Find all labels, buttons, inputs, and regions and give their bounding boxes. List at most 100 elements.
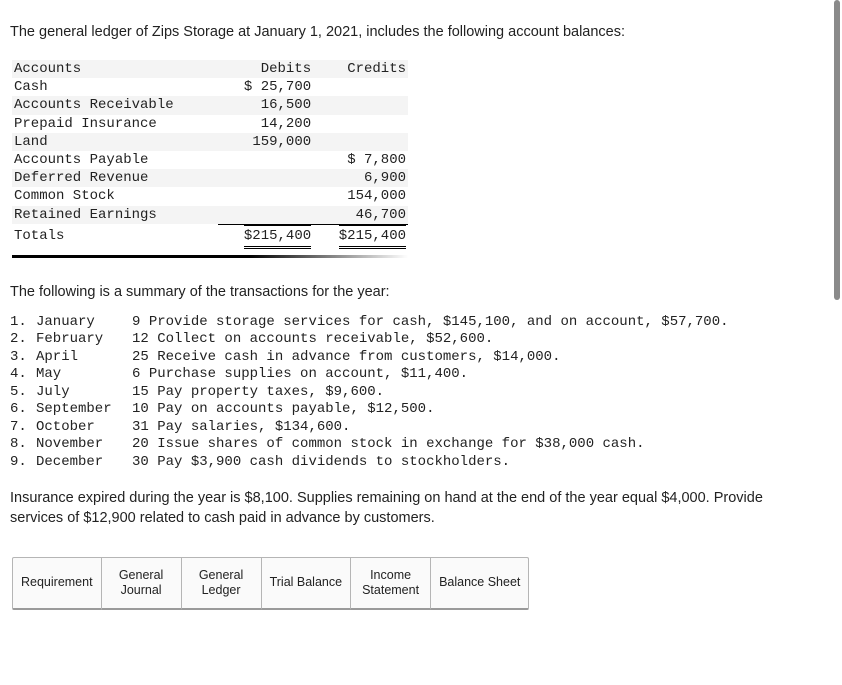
credit-value — [313, 133, 408, 151]
debit-value: 16,500 — [218, 96, 313, 114]
tab-requirement[interactable]: Requirement — [12, 557, 102, 610]
item-date: April — [36, 349, 132, 367]
credit-value: 6,900 — [313, 169, 408, 187]
item-date: November — [36, 436, 132, 454]
debit-value: 14,200 — [218, 115, 313, 133]
item-num: 5. — [10, 384, 36, 402]
list-item: 5.July15 Pay property taxes, $9,600. — [10, 384, 800, 402]
transactions-list: 1.January9 Provide storage services for … — [10, 314, 800, 472]
totals-label: Totals — [12, 224, 218, 249]
item-text: 31 Pay salaries, $134,600. — [132, 419, 800, 437]
item-num: 3. — [10, 349, 36, 367]
tab-income-statement[interactable]: IncomeStatement — [351, 557, 431, 610]
item-text: 6 Purchase supplies on account, $11,400. — [132, 366, 800, 384]
list-item: 9.December30 Pay $3,900 cash dividends t… — [10, 454, 800, 472]
table-row: Cash $ 25,700 — [12, 78, 408, 96]
item-text: 10 Pay on accounts payable, $12,500. — [132, 401, 800, 419]
content-area: The general ledger of Zips Storage at Ja… — [0, 0, 810, 685]
list-item: 6.September10 Pay on accounts payable, $… — [10, 401, 800, 419]
credit-value — [313, 96, 408, 114]
list-item: 8.November20 Issue shares of common stoc… — [10, 436, 800, 454]
ledger-header-debits: Debits — [218, 60, 313, 78]
item-num: 9. — [10, 454, 36, 472]
item-num: 4. — [10, 366, 36, 384]
account-name: Retained Earnings — [12, 206, 218, 225]
list-item: 4.May6 Purchase supplies on account, $11… — [10, 366, 800, 384]
item-text: 30 Pay $3,900 cash dividends to stockhol… — [132, 454, 800, 472]
debit-value — [218, 151, 313, 169]
tab-label: General — [110, 568, 173, 583]
debit-value — [218, 206, 313, 225]
tab-balance-sheet[interactable]: Balance Sheet — [431, 557, 529, 610]
tab-label: Statement — [359, 583, 422, 598]
table-row: Accounts Receivable 16,500 — [12, 96, 408, 114]
debit-value: $ 25,700 — [218, 78, 313, 96]
account-name: Cash — [12, 78, 218, 96]
item-num: 6. — [10, 401, 36, 419]
item-date: January — [36, 314, 132, 332]
tab-label: Balance Sheet — [439, 575, 520, 590]
account-name: Accounts Payable — [12, 151, 218, 169]
tab-general-journal[interactable]: GeneralJournal — [102, 557, 182, 610]
credit-value: $ 7,800 — [313, 151, 408, 169]
item-date: July — [36, 384, 132, 402]
adjusting-note: Insurance expired during the year is $8,… — [10, 489, 800, 528]
credit-value — [313, 115, 408, 133]
item-num: 7. — [10, 419, 36, 437]
debit-value — [218, 187, 313, 205]
account-name: Accounts Receivable — [12, 96, 218, 114]
list-item: 2.February12 Collect on accounts receiva… — [10, 331, 800, 349]
divider — [12, 255, 408, 258]
ledger-table: Accounts Debits Credits Cash $ 25,700 Ac… — [12, 60, 408, 249]
totals-debit: $215,400 — [218, 224, 313, 249]
item-date: October — [36, 419, 132, 437]
ledger-header-accounts: Accounts — [12, 60, 218, 78]
account-name: Deferred Revenue — [12, 169, 218, 187]
tab-general-ledger[interactable]: GeneralLedger — [182, 557, 262, 610]
table-row: Land 159,000 — [12, 133, 408, 151]
item-date: May — [36, 366, 132, 384]
item-date: February — [36, 331, 132, 349]
list-item: 1.January9 Provide storage services for … — [10, 314, 800, 332]
item-text: 9 Provide storage services for cash, $14… — [132, 314, 800, 332]
table-row: Accounts Payable $ 7,800 — [12, 151, 408, 169]
scrollbar-track[interactable] — [828, 0, 842, 685]
account-name: Common Stock — [12, 187, 218, 205]
ledger-header-credits: Credits — [313, 60, 408, 78]
tab-label: General — [190, 568, 253, 583]
account-name: Land — [12, 133, 218, 151]
intro-text: The general ledger of Zips Storage at Ja… — [10, 24, 800, 40]
tab-label: Journal — [110, 583, 173, 598]
table-row: Prepaid Insurance 14,200 — [12, 115, 408, 133]
totals-credit: $215,400 — [313, 224, 408, 249]
tab-label: Income — [359, 568, 422, 583]
account-name: Prepaid Insurance — [12, 115, 218, 133]
item-num: 8. — [10, 436, 36, 454]
credit-value — [313, 78, 408, 96]
table-row: Retained Earnings 46,700 — [12, 206, 408, 225]
scrollbar-thumb[interactable] — [834, 0, 840, 300]
item-date: December — [36, 454, 132, 472]
item-date: September — [36, 401, 132, 419]
debit-value — [218, 169, 313, 187]
tab-trial-balance[interactable]: Trial Balance — [262, 557, 352, 610]
tab-label: Trial Balance — [270, 575, 343, 590]
tab-label: Ledger — [190, 583, 253, 598]
table-row: Deferred Revenue 6,900 — [12, 169, 408, 187]
transactions-intro: The following is a summary of the transa… — [10, 284, 800, 300]
item-text: 12 Collect on accounts receivable, $52,6… — [132, 331, 800, 349]
table-row: Common Stock 154,000 — [12, 187, 408, 205]
tab-label: Requirement — [21, 575, 93, 590]
list-item: 7.October31 Pay salaries, $134,600. — [10, 419, 800, 437]
item-num: 1. — [10, 314, 36, 332]
item-text: 20 Issue shares of common stock in excha… — [132, 436, 800, 454]
debit-value: 159,000 — [218, 133, 313, 151]
credit-value: 154,000 — [313, 187, 408, 205]
credit-value: 46,700 — [313, 206, 408, 225]
item-text: 15 Pay property taxes, $9,600. — [132, 384, 800, 402]
item-num: 2. — [10, 331, 36, 349]
list-item: 3.April25 Receive cash in advance from c… — [10, 349, 800, 367]
item-text: 25 Receive cash in advance from customer… — [132, 349, 800, 367]
tab-bar: Requirement GeneralJournal GeneralLedger… — [12, 557, 800, 610]
totals-row: Totals $215,400 $215,400 — [12, 224, 408, 249]
